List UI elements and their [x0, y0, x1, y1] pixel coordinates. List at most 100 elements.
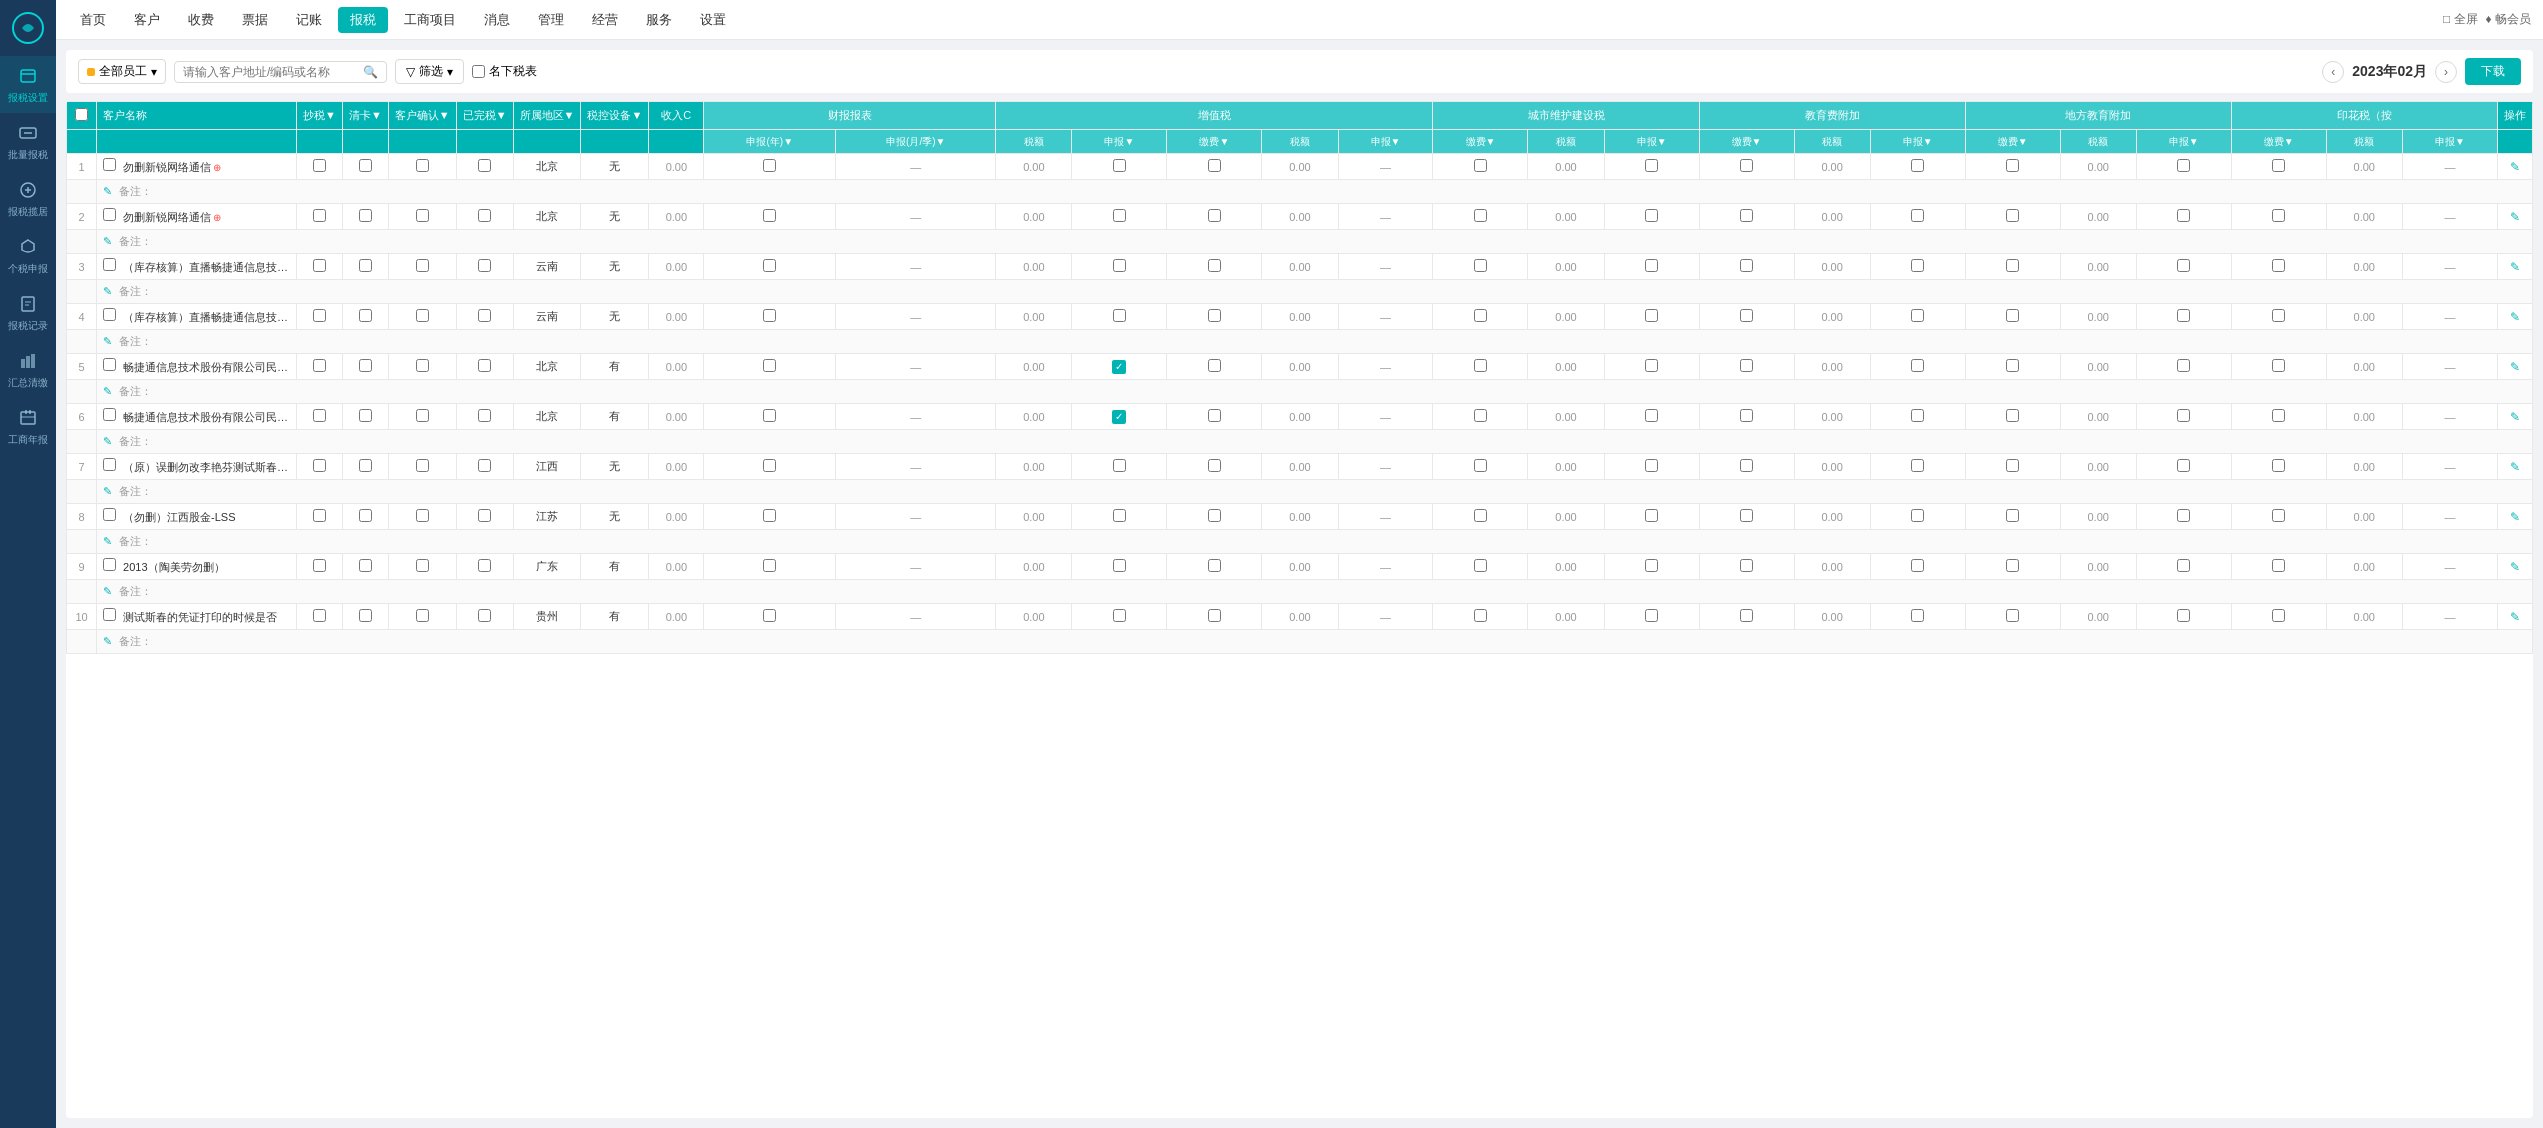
yiwanshui-cell-1[interactable] [456, 204, 513, 230]
qingka-cell-3[interactable] [342, 304, 388, 330]
qingka-cell-6[interactable] [342, 454, 388, 480]
search-box[interactable]: 🔍 [174, 61, 387, 83]
select-all-checkbox[interactable] [75, 108, 88, 121]
jy-jiaofei-2[interactable] [1699, 254, 1794, 280]
yiwanshui-cell-0[interactable] [456, 154, 513, 180]
op-cell-1[interactable]: ✎ [2498, 204, 2533, 230]
zj-jiaofei-8[interactable] [1167, 554, 1262, 580]
caiwu-nian-cb-9[interactable] [763, 609, 776, 622]
yiwanshui-cb-3[interactable] [478, 309, 491, 322]
op-cell-2[interactable]: ✎ [2498, 254, 2533, 280]
jy-jiaofei-1[interactable] [1699, 204, 1794, 230]
qingka-cb-7[interactable] [359, 509, 372, 522]
nav-guanLi[interactable]: 管理 [526, 7, 576, 33]
df-jiaofei-4[interactable] [1965, 354, 2060, 380]
cs-shenbao-4[interactable] [1604, 354, 1699, 380]
yiwanshui-cell-9[interactable] [456, 604, 513, 630]
op-cell-7[interactable]: ✎ [2498, 504, 2533, 530]
qingka-cell-2[interactable] [342, 254, 388, 280]
yh-jiaofei-2[interactable] [2231, 254, 2326, 280]
kehuqueren-cb-1[interactable] [416, 209, 429, 222]
kehuqueren-cell-6[interactable] [388, 454, 456, 480]
caiwu-nian-7[interactable] [704, 504, 836, 530]
edit-icon-5[interactable]: ✎ [2510, 410, 2520, 424]
qingka-cb-5[interactable] [359, 409, 372, 422]
edit-icon-4[interactable]: ✎ [2510, 360, 2520, 374]
zj-shenbao-9[interactable] [1072, 604, 1167, 630]
qingka-cb-8[interactable] [359, 559, 372, 572]
nav-shouFei[interactable]: 收费 [176, 7, 226, 33]
kehuqueren-cb-2[interactable] [416, 259, 429, 272]
cs-shenbao-6[interactable] [1604, 454, 1699, 480]
yh-jiaofei-4[interactable] [2231, 354, 2326, 380]
prev-month-btn[interactable]: ‹ [2322, 61, 2344, 83]
zj-jiaofei-7[interactable] [1167, 504, 1262, 530]
caiwu-nian-cb-2[interactable] [763, 259, 776, 272]
caiwu-nian-1[interactable] [704, 204, 836, 230]
chaoshui-cell-2[interactable] [297, 254, 343, 280]
qingka-cb-0[interactable] [359, 159, 372, 172]
cs-shenbao-8[interactable] [1604, 554, 1699, 580]
jy-jiaofei-7[interactable] [1699, 504, 1794, 530]
caiwu-nian-cb-0[interactable] [763, 159, 776, 172]
kehuqueren-cell-0[interactable] [388, 154, 456, 180]
jy-shenbao-6[interactable] [1870, 454, 1965, 480]
jy-jiaofei-0[interactable] [1699, 154, 1794, 180]
chaoshui-cell-4[interactable] [297, 354, 343, 380]
chaoshui-cell-9[interactable] [297, 604, 343, 630]
df-jiaofei-2[interactable] [1965, 254, 2060, 280]
caiwu-nian-4[interactable] [704, 354, 836, 380]
fullscreen-btn[interactable]: □ 全屏 [2443, 11, 2478, 28]
zj-jiaofei-0[interactable] [1167, 154, 1262, 180]
nav-sheZhi[interactable]: 设置 [688, 7, 738, 33]
edit-icon-2[interactable]: ✎ [2510, 260, 2520, 274]
jy-jiaofei-4[interactable] [1699, 354, 1794, 380]
nav-gongShang[interactable]: 工商项目 [392, 7, 468, 33]
yiwanshui-cb-8[interactable] [478, 559, 491, 572]
zj-shenbao-7[interactable] [1072, 504, 1167, 530]
edit-icon-6[interactable]: ✎ [2510, 460, 2520, 474]
caiwu-nian-8[interactable] [704, 554, 836, 580]
row-checkbox-3[interactable] [103, 308, 116, 321]
chaoshui-cb-1[interactable] [313, 209, 326, 222]
chaoshui-cell-5[interactable] [297, 404, 343, 430]
yiwanshui-cb-5[interactable] [478, 409, 491, 422]
kehuqueren-cb-7[interactable] [416, 509, 429, 522]
jy-shenbao-4[interactable] [1870, 354, 1965, 380]
kehuqueren-cell-1[interactable] [388, 204, 456, 230]
yh-jiaofei-3[interactable] [2231, 304, 2326, 330]
cs-shenbao-9[interactable] [1604, 604, 1699, 630]
jy-jiaofei-5[interactable] [1699, 404, 1794, 430]
row-checkbox-2[interactable] [103, 258, 116, 271]
op-cell-9[interactable]: ✎ [2498, 604, 2533, 630]
caiwu-nian-cb-8[interactable] [763, 559, 776, 572]
caiwu-nian-cb-6[interactable] [763, 459, 776, 472]
chaoshui-cell-8[interactable] [297, 554, 343, 580]
zj-shenbao-0[interactable] [1072, 154, 1167, 180]
jy-shenbao-9[interactable] [1870, 604, 1965, 630]
yh-jiaofei-5[interactable] [2231, 404, 2326, 430]
cs-jiaofei-3[interactable] [1433, 304, 1528, 330]
edit-icon-7[interactable]: ✎ [2510, 510, 2520, 524]
qingka-cell-8[interactable] [342, 554, 388, 580]
yiwanshui-cell-7[interactable] [456, 504, 513, 530]
df-shenbao-0[interactable] [2136, 154, 2231, 180]
row-checkbox-6[interactable] [103, 458, 116, 471]
nav-baoShui[interactable]: 报税 [338, 7, 388, 33]
kehuqueren-cell-4[interactable] [388, 354, 456, 380]
sidebar-item-baoshuijilu[interactable]: 报税记录 [0, 284, 56, 341]
chaoshui-cell-3[interactable] [297, 304, 343, 330]
nav-xiaoxi[interactable]: 消息 [472, 7, 522, 33]
yiwanshui-cb-0[interactable] [478, 159, 491, 172]
jy-jiaofei-9[interactable] [1699, 604, 1794, 630]
yh-jiaofei-9[interactable] [2231, 604, 2326, 630]
jy-jiaofei-8[interactable] [1699, 554, 1794, 580]
zj-shenbao-1[interactable] [1072, 204, 1167, 230]
row-checkbox-7[interactable] [103, 508, 116, 521]
zj-jiaofei-3[interactable] [1167, 304, 1262, 330]
op-cell-6[interactable]: ✎ [2498, 454, 2533, 480]
caiwu-nian-cb-1[interactable] [763, 209, 776, 222]
sidebar-item-piliangbaoshui[interactable]: 批量报税 [0, 113, 56, 170]
chaoshui-cb-0[interactable] [313, 159, 326, 172]
kehuqueren-cb-5[interactable] [416, 409, 429, 422]
